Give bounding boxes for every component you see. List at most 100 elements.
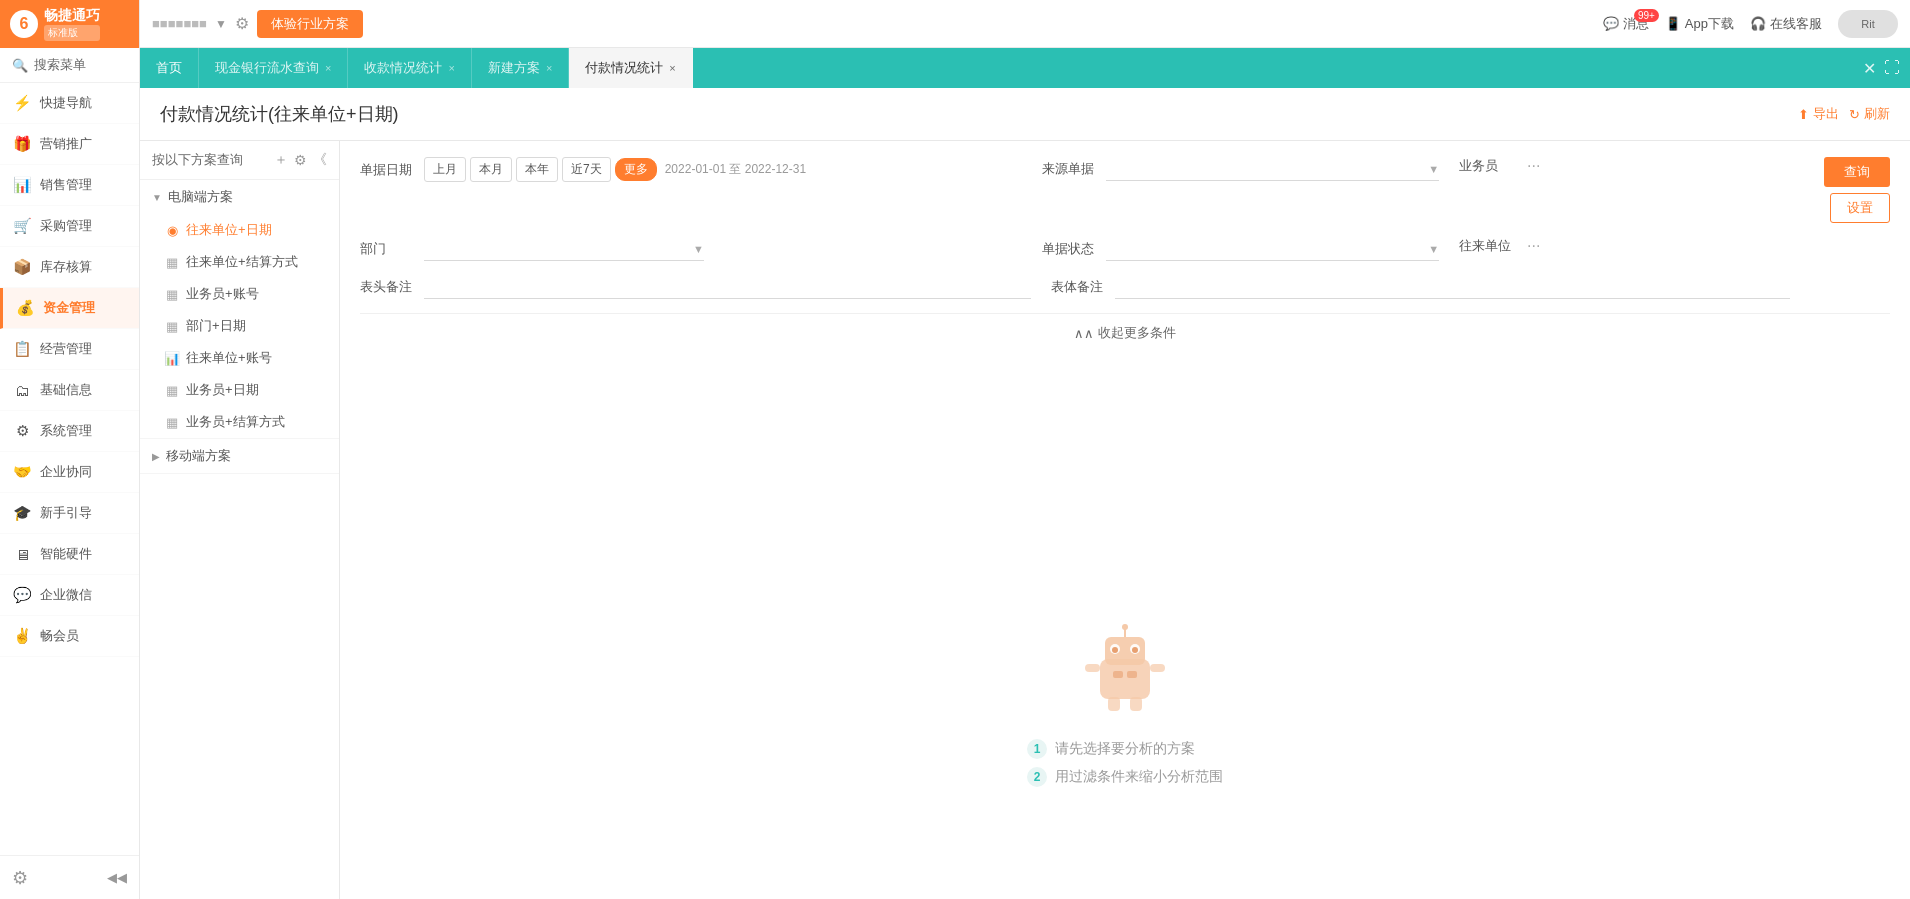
message-icon: 💬 [1603, 16, 1619, 31]
export-button[interactable]: ⬆ 导出 [1798, 105, 1839, 123]
tab-expand-icon[interactable]: ⛶ [1884, 59, 1900, 77]
header-settings-icon[interactable]: ⚙ [235, 14, 249, 33]
filter-row-3: 表头备注 表体备注 [360, 275, 1890, 299]
search-menu[interactable]: 🔍 搜索菜单 [0, 48, 139, 83]
query-button[interactable]: 查询 [1824, 157, 1890, 187]
logo-icon: 6 [10, 10, 38, 38]
scheme-item-staff-settle[interactable]: ▦ 业务员+结算方式 [140, 406, 339, 438]
date-btn-last-month[interactable]: 上月 [424, 157, 466, 182]
collapse-filter-button[interactable]: ∧∧ 收起更多条件 [1074, 324, 1176, 342]
staff-account-icon: ▦ [164, 287, 180, 302]
tab-pay-stats[interactable]: 付款情况统计 × [569, 48, 692, 88]
sidebar-item-business[interactable]: 📋 经营管理 [0, 329, 139, 370]
scheme-item-staff-account[interactable]: ▦ 业务员+账号 [140, 278, 339, 310]
notifications-action[interactable]: 💬 消息 99 [1603, 15, 1649, 33]
tab-bar: 首页 现金银行流水查询 × 收款情况统计 × 新建方案 × 付款情况统计 × ✕… [140, 48, 1910, 88]
user-avatar[interactable]: Rit [1838, 10, 1898, 38]
staff-label: 业务员 [1459, 157, 1515, 175]
sidebar-item-system[interactable]: ⚙ 系统管理 [0, 411, 139, 452]
header-note-input[interactable] [424, 275, 1031, 299]
member-icon: ✌ [12, 626, 32, 646]
inventory-icon: 📦 [12, 257, 32, 277]
tab-bank-flow[interactable]: 现金银行流水查询 × [199, 48, 348, 88]
mobile-toggle-icon: ▶ [152, 451, 160, 462]
sidebar-item-weixin[interactable]: 💬 企业微信 [0, 575, 139, 616]
dept-select[interactable]: ▼ [424, 237, 704, 261]
sidebar-item-label: 智能硬件 [40, 545, 92, 563]
sidebar-item-label: 新手引导 [40, 504, 92, 522]
filter-collapse-row: ∧∧ 收起更多条件 [360, 313, 1890, 352]
staff-dots[interactable]: ··· [1527, 157, 1540, 175]
download-icon: 📱 [1665, 16, 1681, 31]
sidebar-item-purchase[interactable]: 🛒 采购管理 [0, 206, 139, 247]
scheme-item-unit-date[interactable]: ◉ 往来单位+日期 [140, 214, 339, 246]
notification-badge: 99 [1634, 9, 1659, 22]
date-label: 单据日期 [360, 161, 416, 179]
app-download-action[interactable]: 📱 App下载 [1665, 15, 1734, 33]
sidebar-item-inventory[interactable]: 📦 库存核算 [0, 247, 139, 288]
filter-settings-button[interactable]: 设置 [1830, 193, 1890, 223]
dropdown-icon[interactable]: ▼ [215, 17, 227, 31]
svg-rect-13 [1127, 671, 1137, 678]
partner-dots[interactable]: ··· [1527, 237, 1540, 255]
scheme-panel-header: 按以下方案查询 ＋ ⚙ 《 [140, 141, 339, 180]
sidebar-item-guide[interactable]: 🎓 新手引导 [0, 493, 139, 534]
sidebar-item-basic-info[interactable]: 🗂 基础信息 [0, 370, 139, 411]
tab-close-bank-flow[interactable]: × [325, 62, 331, 74]
tab-new-scheme[interactable]: 新建方案 × [472, 48, 569, 88]
tip-num-1: 1 [1027, 739, 1047, 759]
sidebar-item-marketing[interactable]: 🎁 营销推广 [0, 124, 139, 165]
sidebar-item-label: 采购管理 [40, 217, 92, 235]
date-btn-this-month[interactable]: 本月 [470, 157, 512, 182]
trial-button[interactable]: 体验行业方案 [257, 10, 363, 38]
refresh-button[interactable]: ↻ 刷新 [1849, 105, 1890, 123]
scheme-item-staff-date[interactable]: ▦ 业务员+日期 [140, 374, 339, 406]
sidebar-item-label: 销售管理 [40, 176, 92, 194]
scheme-add-icon[interactable]: ＋ [274, 151, 288, 169]
tab-close-pay-stats[interactable]: × [669, 62, 675, 74]
sidebar-item-hardware[interactable]: 🖥 智能硬件 [0, 534, 139, 575]
date-range: 2022-01-01 至 2022-12-31 [665, 161, 806, 178]
company-name: ■■■■■■■ [152, 16, 207, 31]
date-btn-more[interactable]: 更多 [615, 158, 657, 181]
tab-close-payment[interactable]: × [448, 62, 454, 74]
source-select[interactable]: ▼ [1106, 157, 1439, 181]
sidebar-item-sales[interactable]: 📊 销售管理 [0, 165, 139, 206]
dept-arrow-icon: ▼ [693, 243, 704, 255]
settings-bottom-icon[interactable]: ⚙ [12, 867, 28, 889]
sidebar-item-member[interactable]: ✌ 畅会员 [0, 616, 139, 657]
scheme-collapse-icon[interactable]: 《 [313, 151, 327, 169]
filter-actions: 查询 设置 [1810, 157, 1890, 223]
mobile-group-label: 移动端方案 [166, 447, 231, 465]
date-btn-this-year[interactable]: 本年 [516, 157, 558, 182]
sidebar-item-label: 畅会员 [40, 627, 79, 645]
filter-dept-item: 部门 ▼ [360, 237, 1022, 261]
scheme-item-dept-date[interactable]: ▦ 部门+日期 [140, 310, 339, 342]
tab-close-new-scheme[interactable]: × [546, 62, 552, 74]
pc-group-label: 电脑端方案 [168, 188, 233, 206]
sidebar-item-cooperation[interactable]: 🤝 企业协同 [0, 452, 139, 493]
sidebar-item-quick-nav[interactable]: ⚡ 快捷导航 [0, 83, 139, 124]
body-note-input[interactable] [1115, 275, 1790, 299]
tab-close-all-icon[interactable]: ✕ [1863, 59, 1876, 78]
doc-status-select[interactable]: ▼ [1106, 237, 1439, 261]
sidebar-item-finance[interactable]: 💰 资金管理 [0, 288, 139, 329]
scheme-item-label: 往来单位+日期 [186, 221, 272, 239]
scheme-item-label: 业务员+日期 [186, 381, 259, 399]
scheme-group-mobile-header[interactable]: ▶ 移动端方案 [140, 439, 339, 473]
finance-icon: 💰 [15, 298, 35, 318]
scheme-settings-icon[interactable]: ⚙ [294, 152, 307, 168]
weixin-icon: 💬 [12, 585, 32, 605]
online-service-action[interactable]: 🎧 在线客服 [1750, 15, 1822, 33]
tab-home[interactable]: 首页 [140, 48, 199, 88]
collapse-sidebar-icon[interactable]: ◀◀ [107, 870, 127, 885]
sidebar-logo: 6 畅捷通巧 标准版 [0, 0, 139, 48]
scheme-item-unit-account[interactable]: 📊 往来单位+账号 [140, 342, 339, 374]
scheme-group-pc-header[interactable]: ▼ 电脑端方案 [140, 180, 339, 214]
filter-row-1: 单据日期 上月 本月 本年 近7天 更多 2022-01-01 至 2022-1… [360, 157, 1890, 223]
collapse-up-icon: ∧∧ [1074, 326, 1094, 341]
header-note-label: 表头备注 [360, 278, 416, 296]
tab-payment-stats[interactable]: 收款情况统计 × [348, 48, 471, 88]
date-btn-last-7[interactable]: 近7天 [562, 157, 611, 182]
scheme-item-unit-settle[interactable]: ▦ 往来单位+结算方式 [140, 246, 339, 278]
